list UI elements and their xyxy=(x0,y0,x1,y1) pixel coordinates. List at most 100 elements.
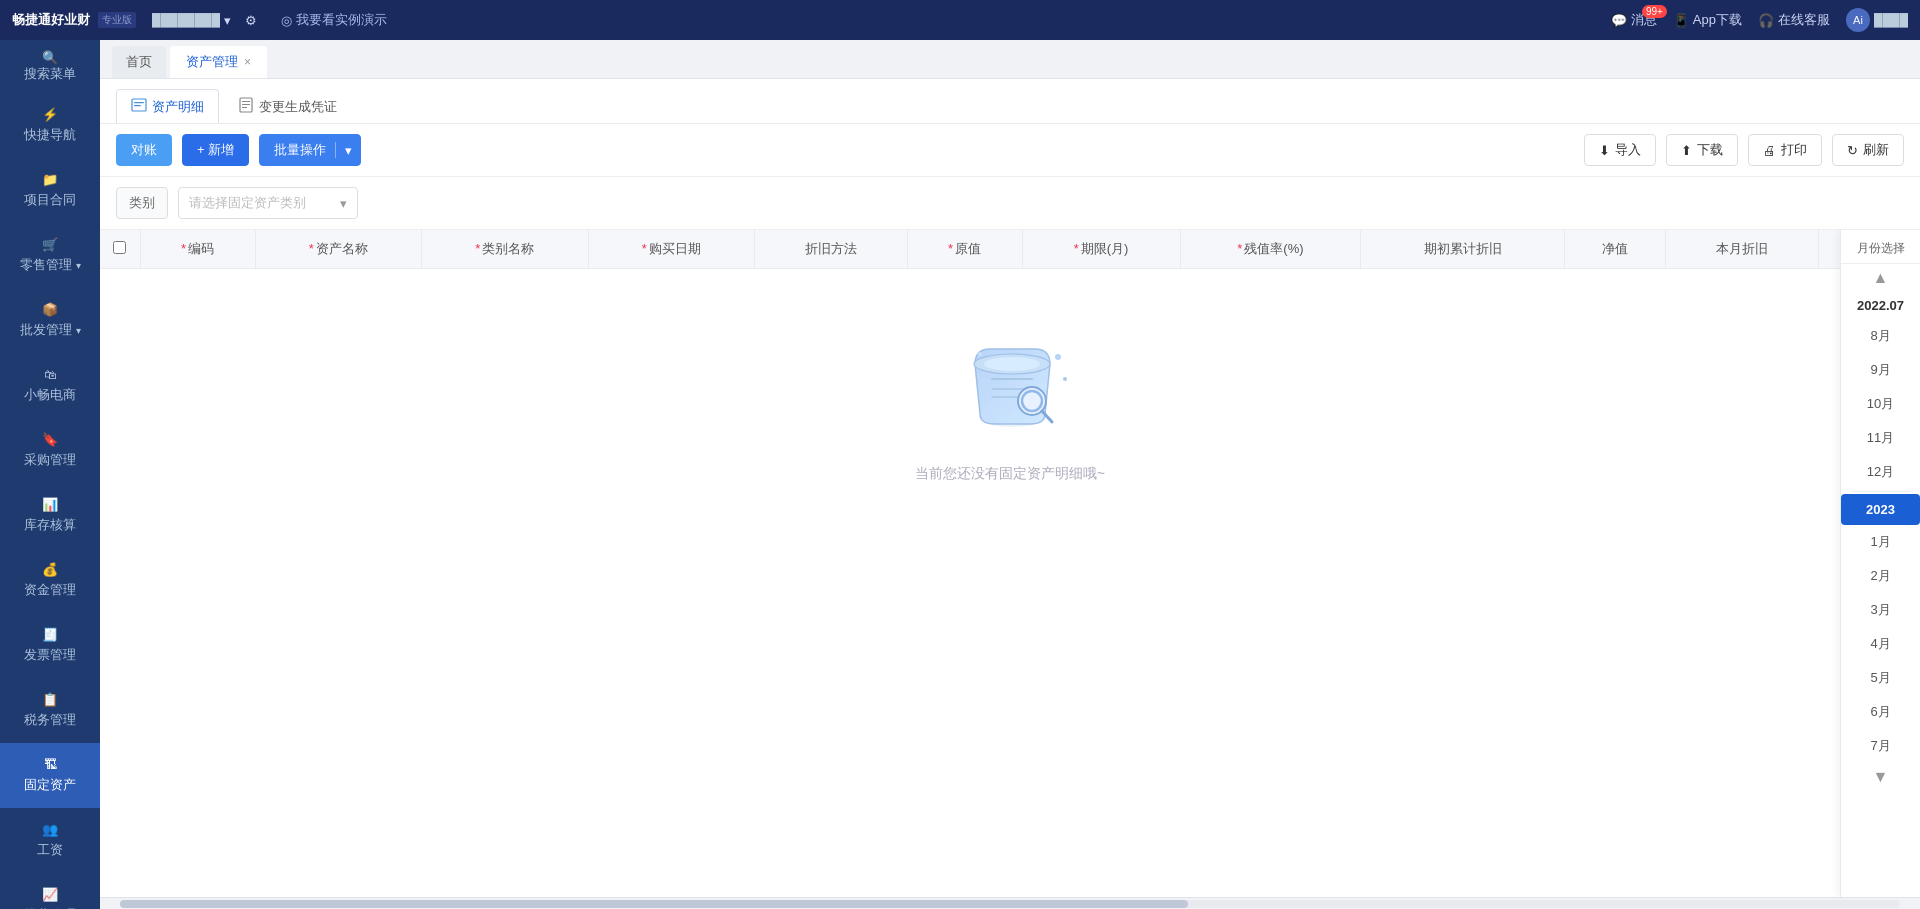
month-picker-up-nav[interactable]: ▲ xyxy=(1867,264,1895,292)
month-item-11[interactable]: 11月 xyxy=(1841,421,1920,455)
col-purchase-date: *购买日期 xyxy=(588,230,755,269)
reconcile-label: 对账 xyxy=(131,141,157,159)
filter-section: 类别 请选择固定资产类别 ▾ xyxy=(100,177,1920,230)
svg-rect-1 xyxy=(134,102,144,103)
user-avatar: Ai xyxy=(1846,8,1870,32)
inventory-icon: 📊 xyxy=(42,497,58,512)
table-header-row: *编码 *资产名称 *类别名称 *购买日期 xyxy=(100,230,1920,269)
col-residual-rate: *残值率(%) xyxy=(1180,230,1361,269)
payroll-icon: 👥 xyxy=(42,822,58,837)
toolbar: 对账 + 新增 批量操作 ▾ ⬇ 导入 ⬆ 下载 xyxy=(100,124,1920,177)
retail-icon: 🛒 xyxy=(42,237,58,252)
page-content: 资产明细 变更生成凭证 对账 + 新增 批量操作 xyxy=(100,79,1920,909)
sub-tab-asset-detail[interactable]: 资产明细 xyxy=(116,89,219,123)
project-label: 项目合同 xyxy=(24,191,76,209)
month-item-12[interactable]: 12月 xyxy=(1841,455,1920,489)
month-item-7[interactable]: 7月 xyxy=(1841,729,1920,763)
reconcile-button[interactable]: 对账 xyxy=(116,134,172,166)
wholesale-arrow-icon: ▾ xyxy=(76,325,81,336)
sidebar-item-inventory[interactable]: 📊 库存核算 xyxy=(0,483,100,548)
month-item-9[interactable]: 9月 xyxy=(1841,353,1920,387)
demo-text: 我要看实例演示 xyxy=(296,11,387,29)
ecommerce-label: 小畅电商 xyxy=(24,386,76,404)
sidebar-item-fixed-assets[interactable]: 🏗 固定资产 xyxy=(0,743,100,808)
user-info[interactable]: Ai ████ xyxy=(1846,8,1908,32)
month-item-8[interactable]: 8月 xyxy=(1841,319,1920,353)
refresh-button[interactable]: ↻ 刷新 xyxy=(1832,134,1904,166)
ops-icon: 📈 xyxy=(42,887,58,902)
print-button[interactable]: 🖨 打印 xyxy=(1748,134,1822,166)
top-bar-right: 💬 消息 99+ 📱 App下载 🎧 在线客服 Ai ████ xyxy=(1611,8,1908,32)
import-icon: ⬇ xyxy=(1599,143,1610,158)
category-placeholder: 请选择固定资产类别 xyxy=(189,194,306,212)
sidebar-search[interactable]: 🔍 搜索菜单 xyxy=(0,40,100,93)
month-item-5[interactable]: 5月 xyxy=(1841,661,1920,695)
import-button[interactable]: ⬇ 导入 xyxy=(1584,134,1656,166)
online-service-label: 在线客服 xyxy=(1778,11,1830,29)
month-item-2[interactable]: 2月 xyxy=(1841,559,1920,593)
asset-detail-label: 资产明细 xyxy=(152,98,204,116)
invoice-label: 发票管理 xyxy=(24,646,76,664)
main-layout: 🔍 搜索菜单 ⚡ 快捷导航 📁 项目合同 🛒 零售管理 ▾ 📦 批发管理 ▾ xyxy=(0,40,1920,909)
sidebar-item-mini-ecommerce[interactable]: 🛍 小畅电商 xyxy=(0,353,100,418)
col-code: *编码 xyxy=(140,230,255,269)
sub-tab-change-voucher[interactable]: 变更生成凭证 xyxy=(223,89,352,123)
settings-button[interactable]: ⚙ xyxy=(245,13,257,28)
tab-asset-mgmt[interactable]: 资产管理 × xyxy=(170,46,267,78)
category-filter-select[interactable]: 请选择固定资产类别 ▾ xyxy=(178,187,358,219)
sidebar-item-tax-mgmt[interactable]: 📋 税务管理 xyxy=(0,678,100,743)
sidebar-item-purchase-mgmt[interactable]: 🔖 采购管理 xyxy=(0,418,100,483)
sidebar-item-project-contract[interactable]: 📁 项目合同 xyxy=(0,158,100,223)
empty-text: 当前您还没有固定资产明细哦~ xyxy=(915,465,1105,483)
scrollbar-thumb[interactable] xyxy=(120,900,1188,908)
username: ████ xyxy=(1874,13,1908,27)
tab-close-icon[interactable]: × xyxy=(244,55,251,69)
sidebar-item-retail-mgmt[interactable]: 🛒 零售管理 ▾ xyxy=(0,223,100,288)
invoice-icon: 🧾 xyxy=(42,627,58,642)
month-item-1[interactable]: 1月 xyxy=(1841,525,1920,559)
add-button[interactable]: + 新增 xyxy=(182,134,249,166)
payroll-label: 工资 xyxy=(37,841,63,859)
empty-illustration xyxy=(950,329,1070,449)
demo-button[interactable]: ◎ 我要看实例演示 xyxy=(281,11,387,29)
batch-ops-button[interactable]: 批量操作 ▾ xyxy=(259,134,361,166)
download-button[interactable]: ⬆ 下载 xyxy=(1666,134,1738,166)
capital-label: 资金管理 xyxy=(24,581,76,599)
tab-home[interactable]: 首页 xyxy=(112,46,166,78)
company-selector[interactable]: ████████ ▾ xyxy=(152,13,231,28)
month-picker-down-nav[interactable]: ▼ xyxy=(1867,763,1895,791)
sidebar-item-payroll[interactable]: 👥 工资 xyxy=(0,808,100,873)
svg-point-18 xyxy=(1063,377,1067,381)
col-period-months: *期限(月) xyxy=(1022,230,1180,269)
batch-divider xyxy=(335,142,336,158)
online-service-button[interactable]: 🎧 在线客服 xyxy=(1758,11,1830,29)
month-item-10[interactable]: 10月 xyxy=(1841,387,1920,421)
search-icon: 🔍 xyxy=(8,50,92,65)
retail-label: 零售管理 xyxy=(20,256,72,274)
sidebar-item-quick-nav[interactable]: ⚡ 快捷导航 xyxy=(0,93,100,158)
col-depreciation-method: 折旧方法 xyxy=(755,230,908,269)
demo-icon: ◎ xyxy=(281,13,292,28)
phone-icon: 📱 xyxy=(1673,13,1689,28)
sidebar-item-capital-mgmt[interactable]: 💰 资金管理 xyxy=(0,548,100,613)
batch-dropdown-icon: ▾ xyxy=(345,143,352,158)
app-download-label: App下载 xyxy=(1693,11,1742,29)
month-picker-header: 月份选择 xyxy=(1841,230,1920,264)
app-download-button[interactable]: 📱 App下载 xyxy=(1673,11,1742,29)
top-bar: 畅捷通好业财 专业版 ████████ ▾ ⚙ ◎ 我要看实例演示 💬 消息 9… xyxy=(0,0,1920,40)
month-item-4[interactable]: 4月 xyxy=(1841,627,1920,661)
col-category-name: *类别名称 xyxy=(422,230,589,269)
message-button[interactable]: 💬 消息 99+ xyxy=(1611,11,1657,29)
month-picker-year-2022: 2022.07 xyxy=(1851,292,1910,319)
month-item-6[interactable]: 6月 xyxy=(1841,695,1920,729)
asset-tab-label: 资产管理 xyxy=(186,53,238,71)
sidebar-item-invoice-mgmt[interactable]: 🧾 发票管理 xyxy=(0,613,100,678)
refresh-label: 刷新 xyxy=(1863,141,1889,159)
month-item-3[interactable]: 3月 xyxy=(1841,593,1920,627)
sidebar-item-ops-mgmt[interactable]: 📈 经营管理 xyxy=(0,873,100,909)
app-edition: 专业版 xyxy=(98,12,136,28)
scrollbar-track xyxy=(120,900,1900,908)
fixed-assets-label: 固定资产 xyxy=(24,776,76,794)
select-all-checkbox[interactable] xyxy=(113,241,126,254)
sidebar-item-wholesale-mgmt[interactable]: 📦 批发管理 ▾ xyxy=(0,288,100,353)
